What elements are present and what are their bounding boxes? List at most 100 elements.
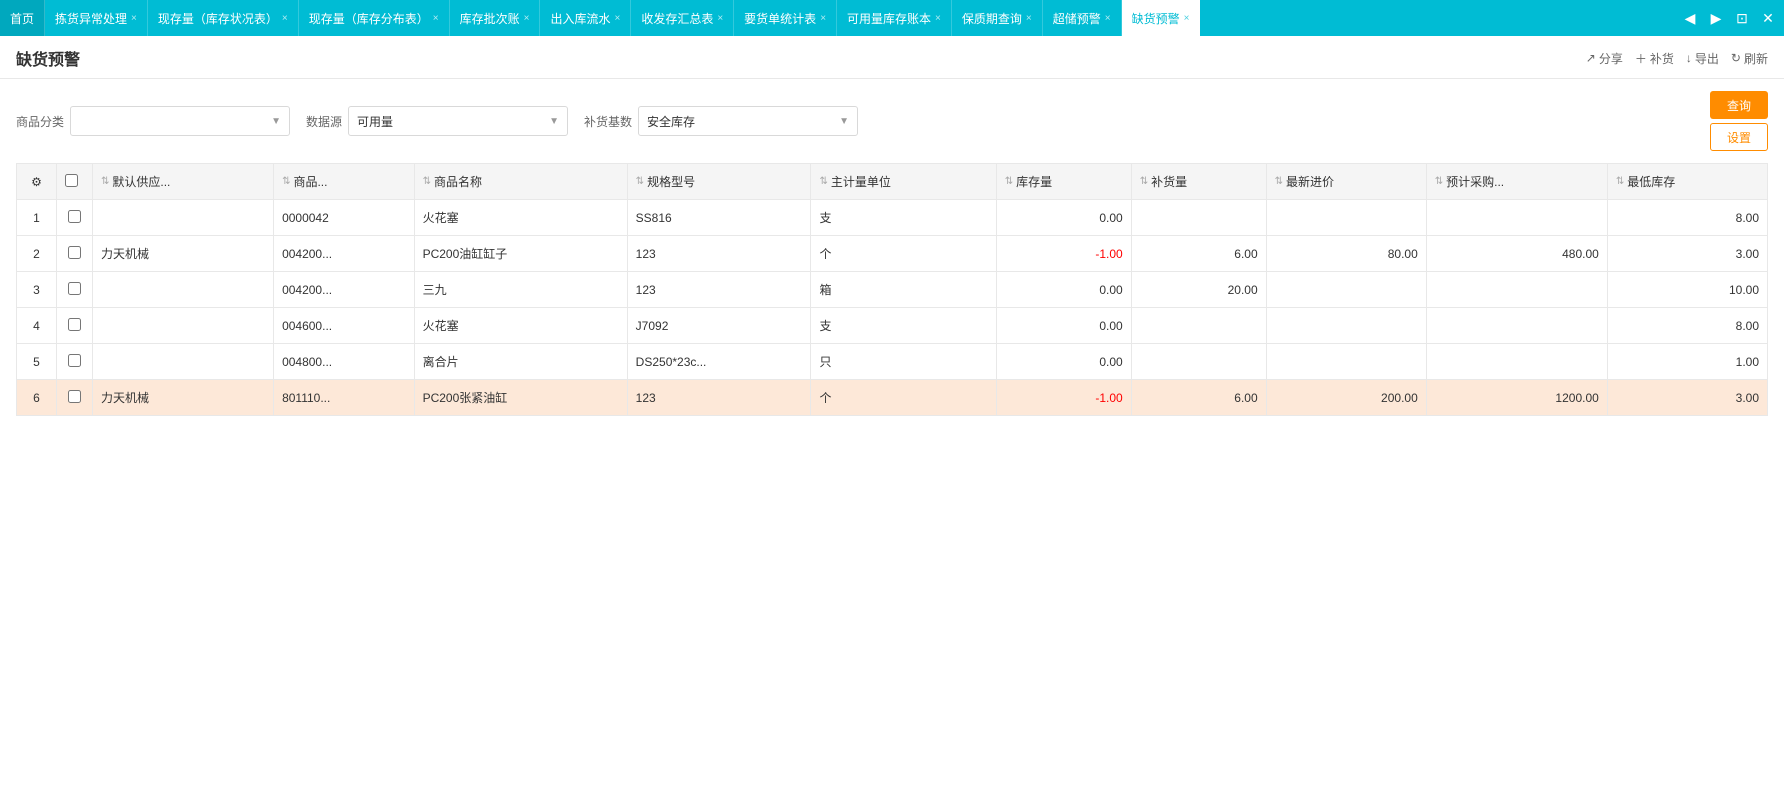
tab-current-stock-dist[interactable]: 现存量（库存分布表） × <box>299 0 450 36</box>
cell-product-code: 004800... <box>274 344 415 380</box>
close-tab-icon[interactable]: × <box>282 13 288 24</box>
close-tab-icon[interactable]: × <box>524 13 530 24</box>
sort-icon: ⇅ <box>1140 176 1148 187</box>
close-tab-icon[interactable]: × <box>131 13 137 24</box>
cell-stock: 0.00 <box>996 200 1131 236</box>
table-row: 3 004200... 三九 123 箱 0.00 20.00 10.00 <box>17 272 1768 308</box>
row-checkbox-cell[interactable] <box>57 236 93 272</box>
row-checkbox-cell[interactable] <box>57 272 93 308</box>
cell-spec: 123 <box>627 380 811 416</box>
cell-latest-price <box>1266 308 1426 344</box>
tab-overstock-warning[interactable]: 超储预警 × <box>1043 0 1122 36</box>
header-actions: ↗ 分享 ＋ 补货 ↓ 导出 ↻ 刷新 <box>1586 50 1768 67</box>
prev-tab-btn[interactable]: ◀ <box>1678 6 1702 30</box>
filter-area: 商品分类 ▼ 数据源 可用量 ▼ 补货基数 安全库存 ▼ 查询 设置 <box>0 79 1784 163</box>
cell-est-purchase: 480.00 <box>1426 236 1607 272</box>
close-tab-icon[interactable]: × <box>433 13 439 24</box>
row-checkbox[interactable] <box>68 354 81 367</box>
sort-icon: ⇅ <box>636 176 644 187</box>
th-unit[interactable]: ⇅ 主计量单位 <box>811 164 996 200</box>
row-num: 5 <box>17 344 57 380</box>
th-product-name[interactable]: ⇅ 商品名称 <box>414 164 627 200</box>
replenish-icon: ＋ <box>1635 50 1647 67</box>
restore-window-btn[interactable]: ⊡ <box>1730 6 1754 30</box>
cell-min-stock: 1.00 <box>1607 344 1767 380</box>
cell-stock: -1.00 <box>996 380 1131 416</box>
close-tab-icon[interactable]: × <box>717 13 723 24</box>
tab-shortage-warning[interactable]: 缺货预警 × <box>1122 0 1201 36</box>
replenish-action[interactable]: ＋ 补货 <box>1635 50 1674 67</box>
row-num: 1 <box>17 200 57 236</box>
refresh-action[interactable]: ↻ 刷新 <box>1731 50 1768 67</box>
th-supplier[interactable]: ⇅ 默认供应... <box>93 164 274 200</box>
row-checkbox-cell[interactable] <box>57 308 93 344</box>
tab-home[interactable]: 首页 <box>0 0 45 36</box>
sort-icon: ⇅ <box>1005 176 1013 187</box>
row-checkbox[interactable] <box>68 282 81 295</box>
th-stock[interactable]: ⇅ 库存量 <box>996 164 1131 200</box>
next-tab-btn[interactable]: ▶ <box>1704 6 1728 30</box>
sort-icon: ⇅ <box>819 176 827 187</box>
cell-product-code: 004200... <box>274 272 415 308</box>
tab-current-stock-status[interactable]: 现存量（库存状况表） × <box>148 0 299 36</box>
datasource-select[interactable]: 可用量 ▼ <box>348 106 568 136</box>
category-select[interactable]: ▼ <box>70 106 290 136</box>
tab-receipt-summary[interactable]: 收发存汇总表 × <box>631 0 734 36</box>
share-action[interactable]: ↗ 分享 <box>1586 50 1623 67</box>
close-tab-icon[interactable]: × <box>820 13 826 24</box>
cell-spec: J7092 <box>627 308 811 344</box>
table-body: 1 0000042 火花塞 SS816 支 0.00 8.00 2 力天机械 0… <box>17 200 1768 416</box>
row-checkbox[interactable] <box>68 390 81 403</box>
row-checkbox[interactable] <box>68 318 81 331</box>
replenish-basis-select[interactable]: 安全库存 ▼ <box>638 106 858 136</box>
replenish-basis-label: 补货基数 <box>584 113 632 130</box>
cell-supplier <box>93 308 274 344</box>
row-checkbox-cell[interactable] <box>57 380 93 416</box>
row-checkbox[interactable] <box>68 210 81 223</box>
export-action[interactable]: ↓ 导出 <box>1686 50 1719 67</box>
row-num: 2 <box>17 236 57 272</box>
sort-icon: ⇅ <box>282 176 290 187</box>
th-latest-price[interactable]: ⇅ 最新进价 <box>1266 164 1426 200</box>
th-min-stock[interactable]: ⇅ 最低库存 <box>1607 164 1767 200</box>
tab-demand-stats[interactable]: 要货单统计表 × <box>734 0 837 36</box>
close-tab-icon[interactable]: × <box>1026 13 1032 24</box>
cell-product-name: PC200油缸缸子 <box>414 236 627 272</box>
th-replenish[interactable]: ⇅ 补货量 <box>1131 164 1266 200</box>
cell-latest-price <box>1266 200 1426 236</box>
cell-replenish <box>1131 200 1266 236</box>
th-product-code[interactable]: ⇅ 商品... <box>274 164 415 200</box>
cell-est-purchase <box>1426 308 1607 344</box>
table-header-row: ⚙ ⇅ 默认供应... <box>17 164 1768 200</box>
sort-icon: ⇅ <box>423 176 431 187</box>
cell-supplier <box>93 272 274 308</box>
datasource-filter-group: 数据源 可用量 ▼ <box>306 106 568 136</box>
th-spec[interactable]: ⇅ 规格型号 <box>627 164 811 200</box>
cell-spec: DS250*23c... <box>627 344 811 380</box>
cell-stock: 0.00 <box>996 344 1131 380</box>
row-checkbox-cell[interactable] <box>57 344 93 380</box>
close-tab-icon[interactable]: × <box>935 13 941 24</box>
close-tab-icon[interactable]: × <box>1105 13 1111 24</box>
th-gear[interactable]: ⚙ <box>17 164 57 200</box>
query-button[interactable]: 查询 <box>1710 91 1768 119</box>
cell-stock: 0.00 <box>996 308 1131 344</box>
close-tab-icon[interactable]: × <box>1184 13 1190 24</box>
settings-button[interactable]: 设置 <box>1710 123 1768 151</box>
close-window-btn[interactable]: ✕ <box>1756 6 1780 30</box>
th-est-purchase[interactable]: ⇅ 预计采购... <box>1426 164 1607 200</box>
tab-expiry-query[interactable]: 保质期查询 × <box>952 0 1043 36</box>
tab-available-ledger[interactable]: 可用量库存账本 × <box>837 0 952 36</box>
close-tab-icon[interactable]: × <box>614 13 620 24</box>
tab-picking-exception[interactable]: 拣货异常处理 × <box>45 0 148 36</box>
row-checkbox-cell[interactable] <box>57 200 93 236</box>
row-checkbox[interactable] <box>68 246 81 259</box>
tab-inout-flow[interactable]: 出入库流水 × <box>540 0 631 36</box>
cell-stock: -1.00 <box>996 236 1131 272</box>
cell-unit: 只 <box>811 344 996 380</box>
select-all-checkbox[interactable] <box>65 174 78 187</box>
cell-min-stock: 10.00 <box>1607 272 1767 308</box>
tab-batch-account[interactable]: 库存批次账 × <box>450 0 541 36</box>
cell-latest-price <box>1266 272 1426 308</box>
datasource-value: 可用量 <box>357 113 393 130</box>
